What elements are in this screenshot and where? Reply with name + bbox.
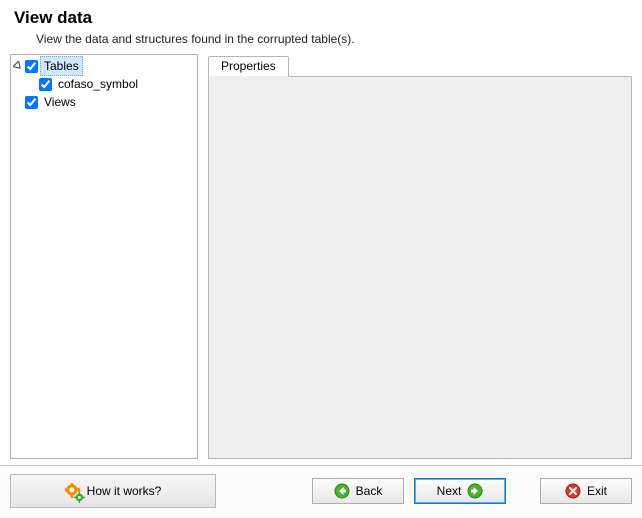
back-label: Back xyxy=(356,484,383,498)
tree-node-views[interactable]: Views xyxy=(11,93,197,111)
arrow-left-icon xyxy=(334,483,350,499)
page-title: View data xyxy=(14,8,628,28)
next-button[interactable]: Next xyxy=(414,478,506,504)
tree-panel[interactable]: Tables cofaso_symbol Views xyxy=(10,54,198,459)
page-subtitle: View the data and structures found in th… xyxy=(36,32,628,46)
next-label: Next xyxy=(437,484,462,498)
tab-properties[interactable]: Properties xyxy=(208,56,289,77)
checkbox-table-item[interactable] xyxy=(39,78,52,91)
back-button[interactable]: Back xyxy=(312,478,404,504)
footer: How it works? Back Next xyxy=(0,465,642,518)
tree-label-table-item[interactable]: cofaso_symbol xyxy=(54,75,142,93)
checkbox-views[interactable] xyxy=(25,96,38,109)
arrow-right-icon xyxy=(467,483,483,499)
gear-icon xyxy=(65,483,81,499)
tree-label-tables[interactable]: Tables xyxy=(40,56,83,76)
close-icon xyxy=(565,483,581,499)
tree-node-table-item[interactable]: cofaso_symbol xyxy=(11,75,197,93)
properties-pane xyxy=(208,76,632,459)
exit-button[interactable]: Exit xyxy=(540,478,632,504)
tree-node-tables[interactable]: Tables xyxy=(11,57,197,75)
exit-label: Exit xyxy=(587,484,607,498)
how-it-works-button[interactable]: How it works? xyxy=(10,474,216,508)
how-it-works-label: How it works? xyxy=(87,484,162,498)
tree-label-views[interactable]: Views xyxy=(40,93,80,111)
expander-icon[interactable] xyxy=(11,61,25,71)
checkbox-tables[interactable] xyxy=(25,60,38,73)
